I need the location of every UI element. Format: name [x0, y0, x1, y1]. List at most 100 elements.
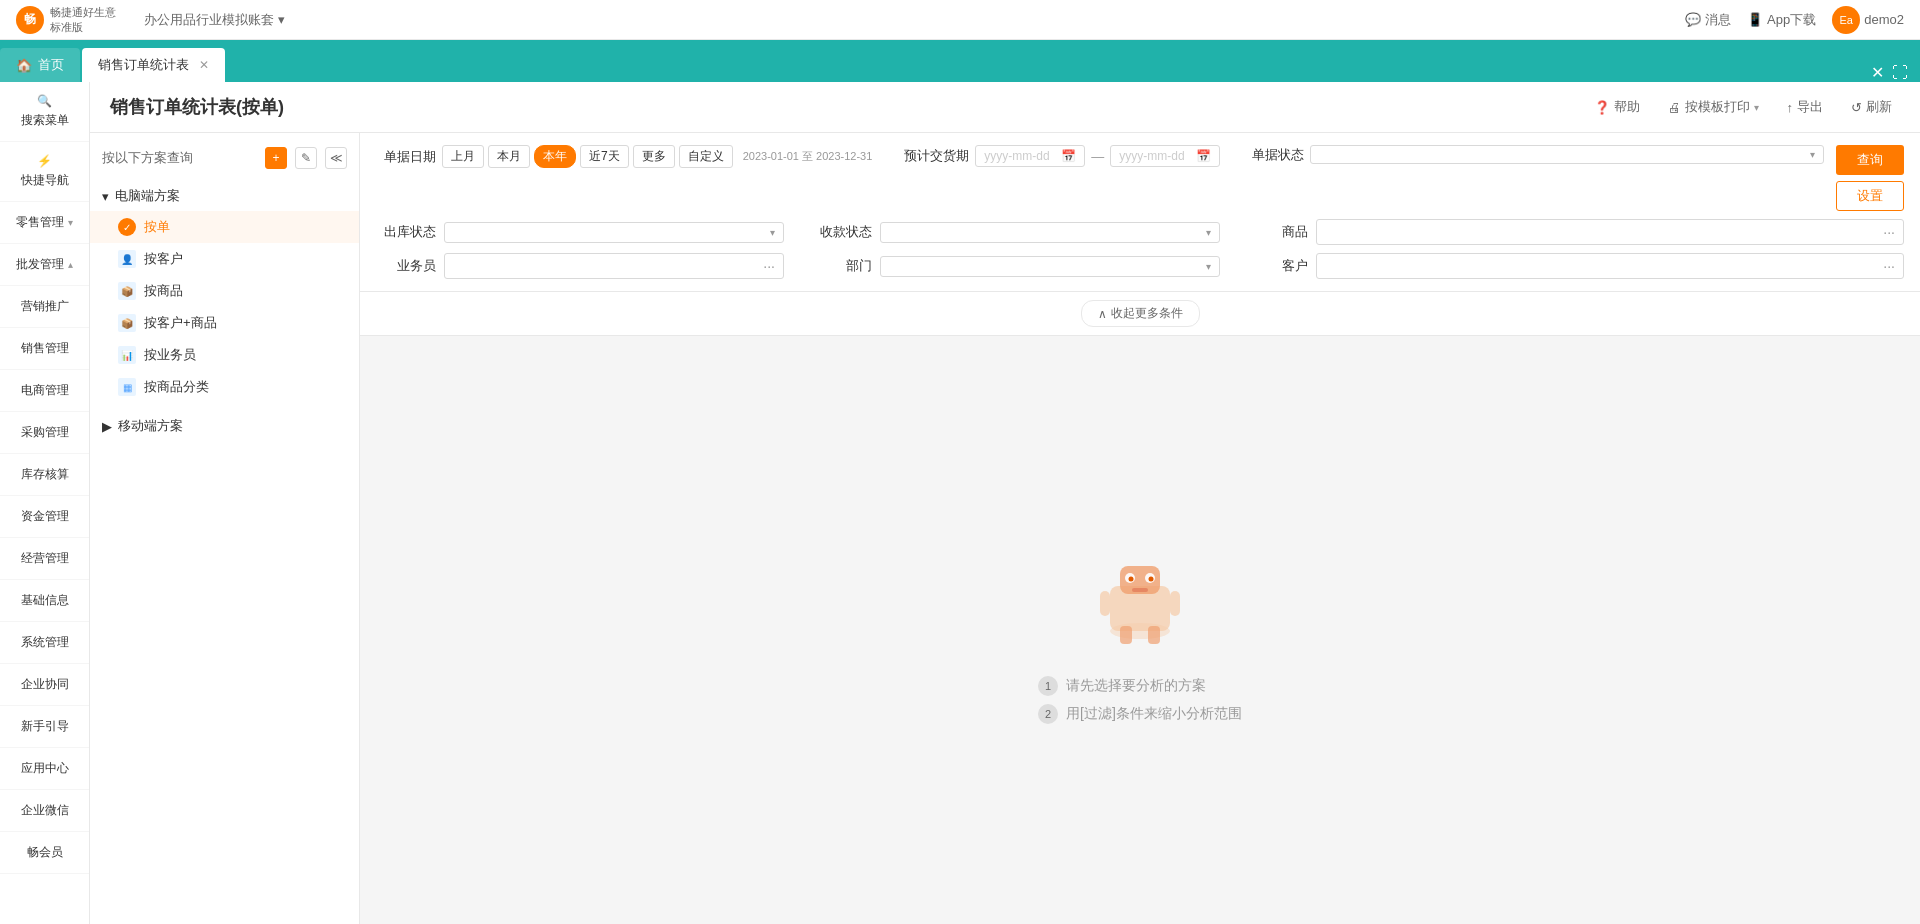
content-area: 销售订单统计表(按单) ❓ 帮助 🖨 按模板打印 ▾ ↑ 导出 ↺ 刷新: [90, 82, 1920, 924]
sidebar-item-wholesale[interactable]: 批发管理 ▴: [0, 244, 89, 286]
sidebar-item-operations[interactable]: 经营管理: [0, 538, 89, 580]
quick-nav-icon: ⚡: [37, 154, 52, 168]
scheme-item-by-category[interactable]: ▦ 按商品分类: [90, 371, 359, 403]
scheme-item-by-customer-product[interactable]: 📦 按客户+商品: [90, 307, 359, 339]
search-icon: 🔍: [37, 94, 52, 108]
close-window-icon[interactable]: ✕: [1871, 63, 1884, 82]
sidebar-item-system[interactable]: 系统管理: [0, 622, 89, 664]
chevron-down-icon: ▾: [770, 227, 775, 238]
scheme-item-by-order[interactable]: ✓ 按单: [90, 211, 359, 243]
svg-rect-8: [1100, 591, 1110, 616]
message-btn[interactable]: 💬 消息: [1685, 11, 1731, 29]
sidebar-item-purchase[interactable]: 采购管理: [0, 412, 89, 454]
export-btn[interactable]: ↑ 导出: [1779, 94, 1832, 120]
salesperson-select[interactable]: ···: [444, 253, 784, 279]
sidebar-item-retail[interactable]: 零售管理 ▾: [0, 202, 89, 244]
maximize-icon[interactable]: ⛶: [1892, 64, 1908, 82]
product-select[interactable]: ···: [1316, 219, 1904, 245]
svg-rect-10: [1120, 626, 1132, 644]
app-download-btn[interactable]: 📱 App下载: [1747, 11, 1816, 29]
scheme-icon-chart: 📊: [118, 346, 136, 364]
scheme-item-by-customer[interactable]: 👤 按客户: [90, 243, 359, 275]
calendar-icon: 📅: [1196, 149, 1211, 163]
delivery-status-select[interactable]: ▾: [444, 222, 784, 243]
sidebar-item-enterprise[interactable]: 企业协同: [0, 664, 89, 706]
tab-order-stats[interactable]: 销售订单统计表 ✕: [82, 48, 225, 82]
sidebar-item-search[interactable]: 🔍 搜索菜单: [0, 82, 89, 142]
chevron-right-icon: ▶: [102, 419, 112, 434]
more-icon: ···: [1883, 224, 1895, 240]
filter-row-1: 单据日期 上月 本月 本年 近7天 更多 自定义 2023-01-01 至 20…: [376, 145, 1904, 211]
sidebar-item-inventory[interactable]: 库存核算: [0, 454, 89, 496]
collapse-panel-btn[interactable]: ≪: [325, 147, 347, 169]
scheme-item-by-salesperson[interactable]: 📊 按业务员: [90, 339, 359, 371]
scheme-group-mobile: ▶ 移动端方案: [90, 407, 359, 445]
add-scheme-btn[interactable]: +: [265, 147, 287, 169]
sidebar-item-ecommerce[interactable]: 电商管理: [0, 370, 89, 412]
tab-close-icon[interactable]: ✕: [199, 58, 209, 72]
action-buttons: 查询 设置: [1836, 145, 1904, 211]
expected-date-to[interactable]: yyyy-mm-dd 📅: [1110, 145, 1220, 167]
tab-home[interactable]: 🏠 首页: [0, 48, 80, 82]
more-btn[interactable]: 更多: [633, 145, 675, 168]
order-status-section: 单据状态 ▾: [1252, 145, 1824, 164]
filter-row-3: 业务员 ··· 部门 ▾ 客户 ···: [376, 253, 1904, 279]
last7-btn[interactable]: 近7天: [580, 145, 629, 168]
logo-icon: 畅: [16, 6, 44, 34]
top-bar-left: 畅 畅捷通好生意 标准版 办公用品行业模拟账套 ▾: [16, 5, 285, 34]
calendar-icon: 📅: [1061, 149, 1076, 163]
logo-text: 畅捷通好生意 标准版: [50, 5, 116, 34]
date-section: 单据日期 上月 本月 本年 近7天 更多 自定义 2023-01-01 至 20…: [376, 145, 872, 168]
right-area: 单据日期 上月 本月 本年 近7天 更多 自定义 2023-01-01 至 20…: [360, 133, 1920, 924]
edit-scheme-btn[interactable]: ✎: [295, 147, 317, 169]
tab-bar-right: ✕ ⛶: [1859, 63, 1920, 82]
workspace-selector[interactable]: 办公用品行业模拟账套 ▾: [144, 11, 285, 29]
expected-date-from[interactable]: yyyy-mm-dd 📅: [975, 145, 1085, 167]
payment-status-select[interactable]: ▾: [880, 222, 1220, 243]
sidebar-item-newbie[interactable]: 新手引导: [0, 706, 89, 748]
sidebar-item-marketing[interactable]: 营销推广: [0, 286, 89, 328]
app-icon: 📱: [1747, 12, 1763, 27]
prev-month-btn[interactable]: 上月: [442, 145, 484, 168]
refresh-icon: ↺: [1851, 100, 1862, 115]
empty-hint-1: 1 请先选择要分析的方案: [1038, 676, 1242, 696]
template-print-btn[interactable]: 🖨 按模板打印 ▾: [1660, 94, 1767, 120]
collapse-conditions-btn[interactable]: ∧ 收起更多条件: [1081, 300, 1200, 327]
order-status-select[interactable]: ▾: [1310, 145, 1824, 164]
scheme-group-mobile-title[interactable]: ▶ 移动端方案: [90, 411, 359, 441]
sidebar-item-sales[interactable]: 销售管理: [0, 328, 89, 370]
tab-bar: 🏠 首页 销售订单统计表 ✕ ✕ ⛶: [0, 40, 1920, 82]
avatar: Ea: [1832, 6, 1860, 34]
date-quick-buttons: 上月 本月 本年 近7天 更多 自定义: [442, 145, 733, 168]
sidebar-item-quick-nav[interactable]: ⚡ 快捷导航: [0, 142, 89, 202]
svg-point-6: [1149, 577, 1154, 582]
settings-button[interactable]: 设置: [1836, 181, 1904, 211]
sidebar-item-basic[interactable]: 基础信息: [0, 580, 89, 622]
customer-select[interactable]: ···: [1316, 253, 1904, 279]
help-btn[interactable]: ❓ 帮助: [1586, 94, 1648, 120]
this-month-btn[interactable]: 本月: [488, 145, 530, 168]
left-panel-icons: + ✎ ≪: [265, 147, 347, 169]
sidebar-item-corp-wechat[interactable]: 企业微信: [0, 790, 89, 832]
sidebar-item-member[interactable]: 畅会员: [0, 832, 89, 874]
this-year-btn[interactable]: 本年: [534, 145, 576, 168]
hint-number-2: 2: [1038, 704, 1058, 724]
scheme-item-by-product[interactable]: 📦 按商品: [90, 275, 359, 307]
sidebar-item-app-center[interactable]: 应用中心: [0, 748, 89, 790]
more-icon: ···: [1883, 258, 1895, 274]
query-button[interactable]: 查询: [1836, 145, 1904, 175]
scheme-icon-sq: 📦: [118, 282, 136, 300]
svg-rect-7: [1132, 588, 1148, 592]
filter-container: 按以下方案查询 + ✎ ≪ ▾ 电脑端方案 ✓ 按单: [90, 133, 1920, 924]
page-title: 销售订单统计表(按单): [110, 95, 284, 119]
scheme-group-desktop: ▾ 电脑端方案 ✓ 按单 👤 按客户 📦 按商品: [90, 177, 359, 407]
export-icon: ↑: [1787, 100, 1794, 115]
scheme-group-desktop-title[interactable]: ▾ 电脑端方案: [90, 181, 359, 211]
refresh-btn[interactable]: ↺ 刷新: [1843, 94, 1900, 120]
svg-point-5: [1129, 577, 1134, 582]
user-menu[interactable]: Ea demo2: [1832, 6, 1904, 34]
sidebar-item-finance[interactable]: 资金管理: [0, 496, 89, 538]
department-select[interactable]: ▾: [880, 256, 1220, 277]
chevron-down-icon: ▾: [68, 217, 73, 228]
custom-btn[interactable]: 自定义: [679, 145, 733, 168]
